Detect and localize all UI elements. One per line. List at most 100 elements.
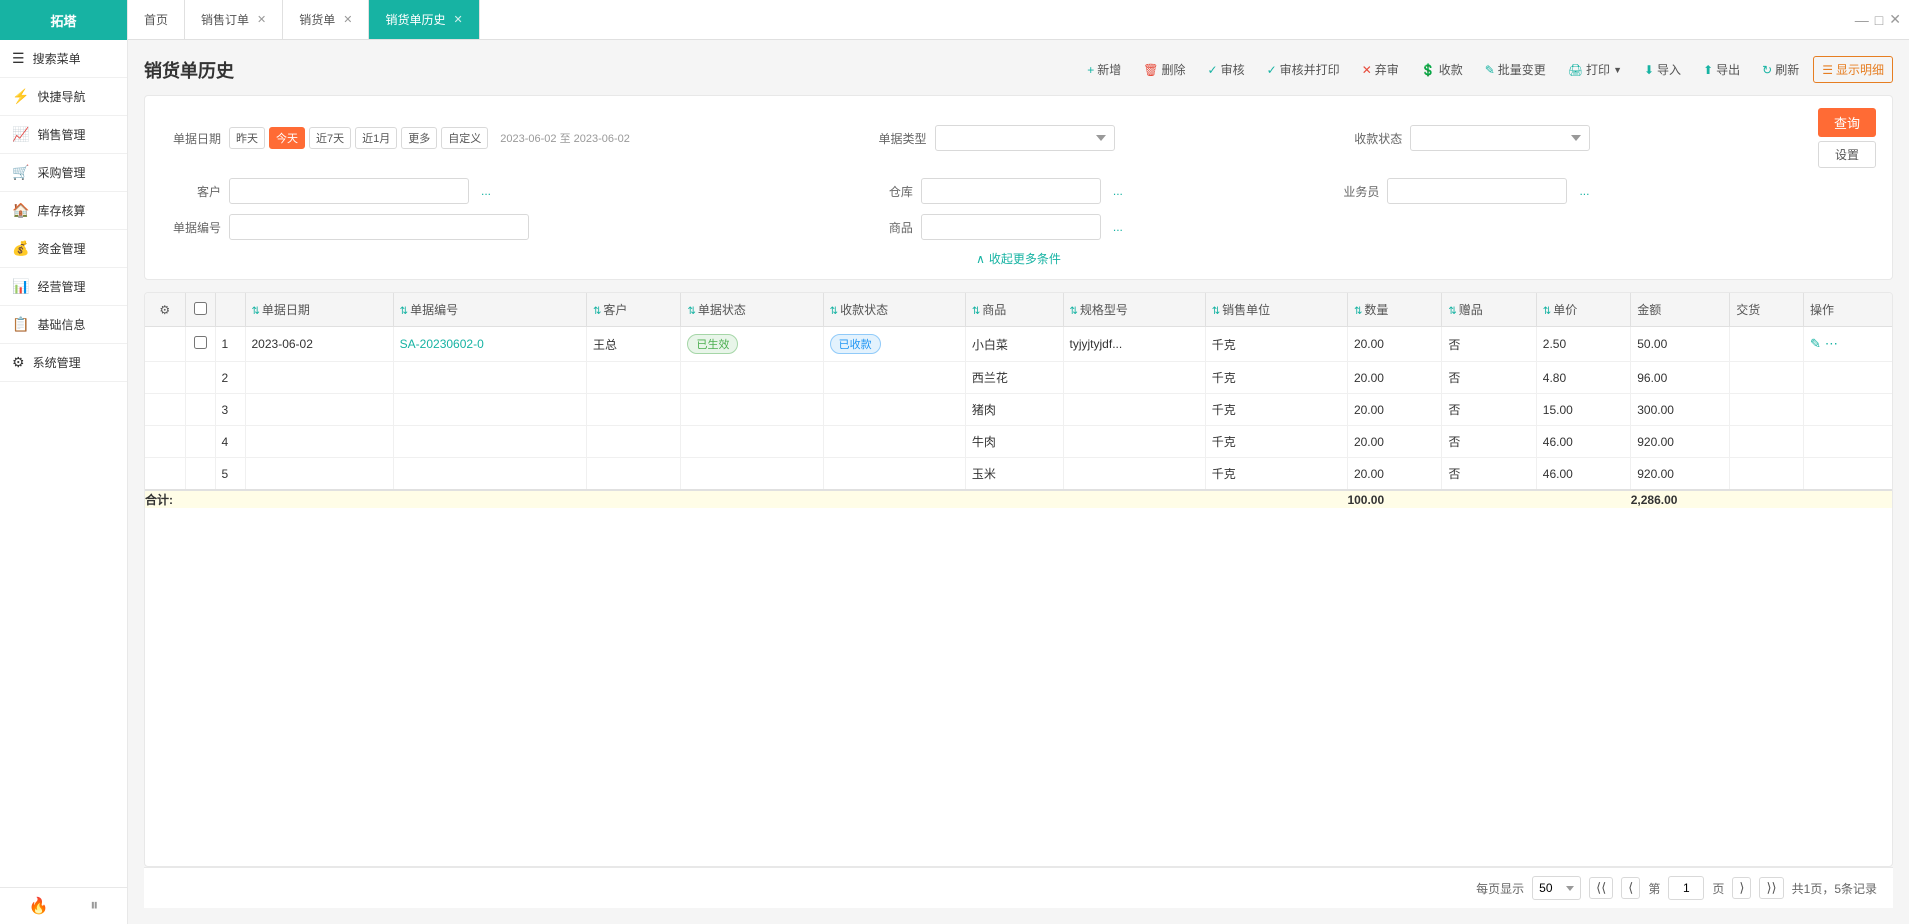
sidebar-item-finance[interactable]: 💰 资金管理 <box>0 230 127 268</box>
row-doc-no[interactable] <box>393 458 586 491</box>
shortcut-today[interactable]: 今天 <box>269 127 305 149</box>
row-doc-date: 2023-06-02 <box>245 327 393 362</box>
prev-page-button[interactable]: ⟨ <box>1621 877 1640 899</box>
row-doc-no[interactable]: SA-20230602-0 <box>393 327 586 362</box>
doc-type-select[interactable] <box>935 125 1115 151</box>
col-doc-date[interactable]: ⇅单据日期 <box>245 293 393 327</box>
select-all-checkbox[interactable] <box>194 302 207 315</box>
audit-button[interactable]: ✓ 审核 <box>1200 57 1253 82</box>
sidebar-item-purchase-mgmt[interactable]: 🛒 采购管理 <box>0 154 127 192</box>
tab-home[interactable]: 首页 <box>128 0 185 39</box>
row-amount: 920.00 <box>1631 426 1730 458</box>
show-detail-button[interactable]: ☰ 显示明细 <box>1813 56 1893 83</box>
doc-no-input[interactable] <box>229 214 529 240</box>
tab-sales-history-close[interactable]: ✕ <box>454 13 463 26</box>
product-input[interactable] <box>921 214 1101 240</box>
customer-input[interactable] <box>229 178 469 204</box>
sidebar-item-label: 基础信息 <box>37 316 85 333</box>
shortcut-7days[interactable]: 近7天 <box>309 127 351 149</box>
warehouse-dots[interactable]: ... <box>1113 184 1123 198</box>
edit-action[interactable]: ✎ <box>1810 336 1821 351</box>
product-dots[interactable]: ... <box>1113 220 1123 234</box>
delete-button[interactable]: 🗑 删除 <box>1135 57 1193 82</box>
setting-button[interactable]: 设置 <box>1818 141 1876 168</box>
tab-sales-order[interactable]: 销售订单 ✕ <box>185 0 283 39</box>
col-doc-status[interactable]: ⇅单据状态 <box>681 293 823 327</box>
shortcut-custom[interactable]: 自定义 <box>441 127 488 149</box>
col-unit-price[interactable]: ⇅单价 <box>1536 293 1630 327</box>
col-product[interactable]: ⇅商品 <box>965 293 1063 327</box>
pause-icon[interactable]: ⏸ <box>90 897 98 915</box>
sidebar-logo: 拓塔 <box>0 0 127 40</box>
sidebar-item-system-mgmt[interactable]: ⚙ 系统管理 <box>0 344 127 382</box>
tab-sales-goods-close[interactable]: ✕ <box>343 13 352 26</box>
sidebar-item-sales-mgmt[interactable]: 📈 销售管理 <box>0 116 127 154</box>
collect-button[interactable]: 💲 收款 <box>1413 57 1471 82</box>
row-sales-unit: 千克 <box>1205 327 1347 362</box>
export-button[interactable]: ⬆ 导出 <box>1695 57 1748 82</box>
first-page-button[interactable]: ⟨⟨ <box>1589 877 1613 899</box>
next-page-button[interactable]: ⟩ <box>1732 877 1751 899</box>
col-doc-no[interactable]: ⇅单据编号 <box>393 293 586 327</box>
shortcut-1month[interactable]: 近1月 <box>355 127 397 149</box>
col-sales-unit[interactable]: ⇅销售单位 <box>1205 293 1347 327</box>
col-qty[interactable]: ⇅数量 <box>1347 293 1441 327</box>
col-spec-type[interactable]: ⇅规格型号 <box>1063 293 1205 327</box>
import-button[interactable]: ⬇ 导入 <box>1636 57 1689 82</box>
date-label: 单据日期 <box>161 130 221 147</box>
sidebar-item-quick-nav[interactable]: ⚡ 快捷导航 <box>0 78 127 116</box>
abandon-button[interactable]: ✕ 弃审 <box>1354 57 1407 82</box>
summary-empty3 <box>1536 490 1630 508</box>
sidebar-item-search-menu[interactable]: ☰ 搜索菜单 <box>0 40 127 78</box>
content-area: 销货单历史 + 新增 🗑 删除 ✓ 审核 ✓ 审核并打印 <box>128 40 1909 924</box>
fire-icon[interactable]: 🔥 <box>29 896 49 916</box>
minimize-button[interactable]: — <box>1855 12 1869 28</box>
row-spec-type <box>1063 458 1205 491</box>
page-number-input[interactable] <box>1668 876 1704 900</box>
add-button[interactable]: + 新增 <box>1079 57 1129 82</box>
collapse-button[interactable]: ∧ 收起更多条件 <box>161 250 1876 267</box>
col-payment-status[interactable]: ⇅收款状态 <box>823 293 965 327</box>
row-checkbox[interactable] <box>185 362 215 394</box>
refresh-button[interactable]: ↻ 刷新 <box>1754 57 1807 82</box>
summary-empty4 <box>1730 490 1892 508</box>
query-button[interactable]: 查询 <box>1818 108 1876 137</box>
col-gear[interactable]: ⚙ <box>145 293 185 327</box>
sidebar-item-basic-info[interactable]: 📋 基础信息 <box>0 306 127 344</box>
shortcut-more[interactable]: 更多 <box>401 127 437 149</box>
tab-sales-order-close[interactable]: ✕ <box>257 13 266 26</box>
col-gift[interactable]: ⇅赠品 <box>1442 293 1536 327</box>
add-label: 新增 <box>1097 61 1121 78</box>
sidebar-item-operation[interactable]: 📊 经营管理 <box>0 268 127 306</box>
row-checkbox[interactable] <box>185 394 215 426</box>
sidebar-item-label: 系统管理 <box>33 354 81 371</box>
maximize-button[interactable]: □ <box>1875 12 1883 28</box>
row-doc-no[interactable] <box>393 362 586 394</box>
col-checkbox[interactable] <box>185 293 215 327</box>
shortcut-yesterday[interactable]: 昨天 <box>229 127 265 149</box>
batch-change-button[interactable]: ✎ 批量变更 <box>1477 57 1554 82</box>
row-checkbox[interactable] <box>185 426 215 458</box>
row-checkbox[interactable] <box>185 458 215 491</box>
audit-print-button[interactable]: ✓ 审核并打印 <box>1259 57 1348 82</box>
warehouse-input[interactable] <box>921 178 1101 204</box>
last-page-button[interactable]: ⟩⟩ <box>1759 877 1783 899</box>
row-doc-no[interactable] <box>393 394 586 426</box>
close-button[interactable]: ✕ <box>1889 11 1901 28</box>
row-select-checkbox[interactable] <box>194 336 207 349</box>
salesperson-dots[interactable]: ... <box>1579 184 1589 198</box>
row-checkbox[interactable] <box>185 327 215 362</box>
tab-sales-goods[interactable]: 销货单 ✕ <box>283 0 369 39</box>
salesperson-input[interactable] <box>1387 178 1567 204</box>
col-amount[interactable]: 金额 <box>1631 293 1730 327</box>
print-button[interactable]: 🖨 打印 ▼ <box>1560 57 1630 82</box>
payment-status-select[interactable] <box>1410 125 1590 151</box>
tab-sales-history[interactable]: 销货单历史 ✕ <box>369 0 479 39</box>
sidebar-item-inventory[interactable]: 🏠 库存核算 <box>0 192 127 230</box>
col-customer[interactable]: ⇅客户 <box>587 293 681 327</box>
page-size-select[interactable]: 20 50 100 <box>1532 876 1581 900</box>
customer-dots[interactable]: ... <box>481 184 491 198</box>
row-qty: 20.00 <box>1347 426 1441 458</box>
row-doc-no[interactable] <box>393 426 586 458</box>
more-action[interactable]: ⋯ <box>1825 336 1838 351</box>
